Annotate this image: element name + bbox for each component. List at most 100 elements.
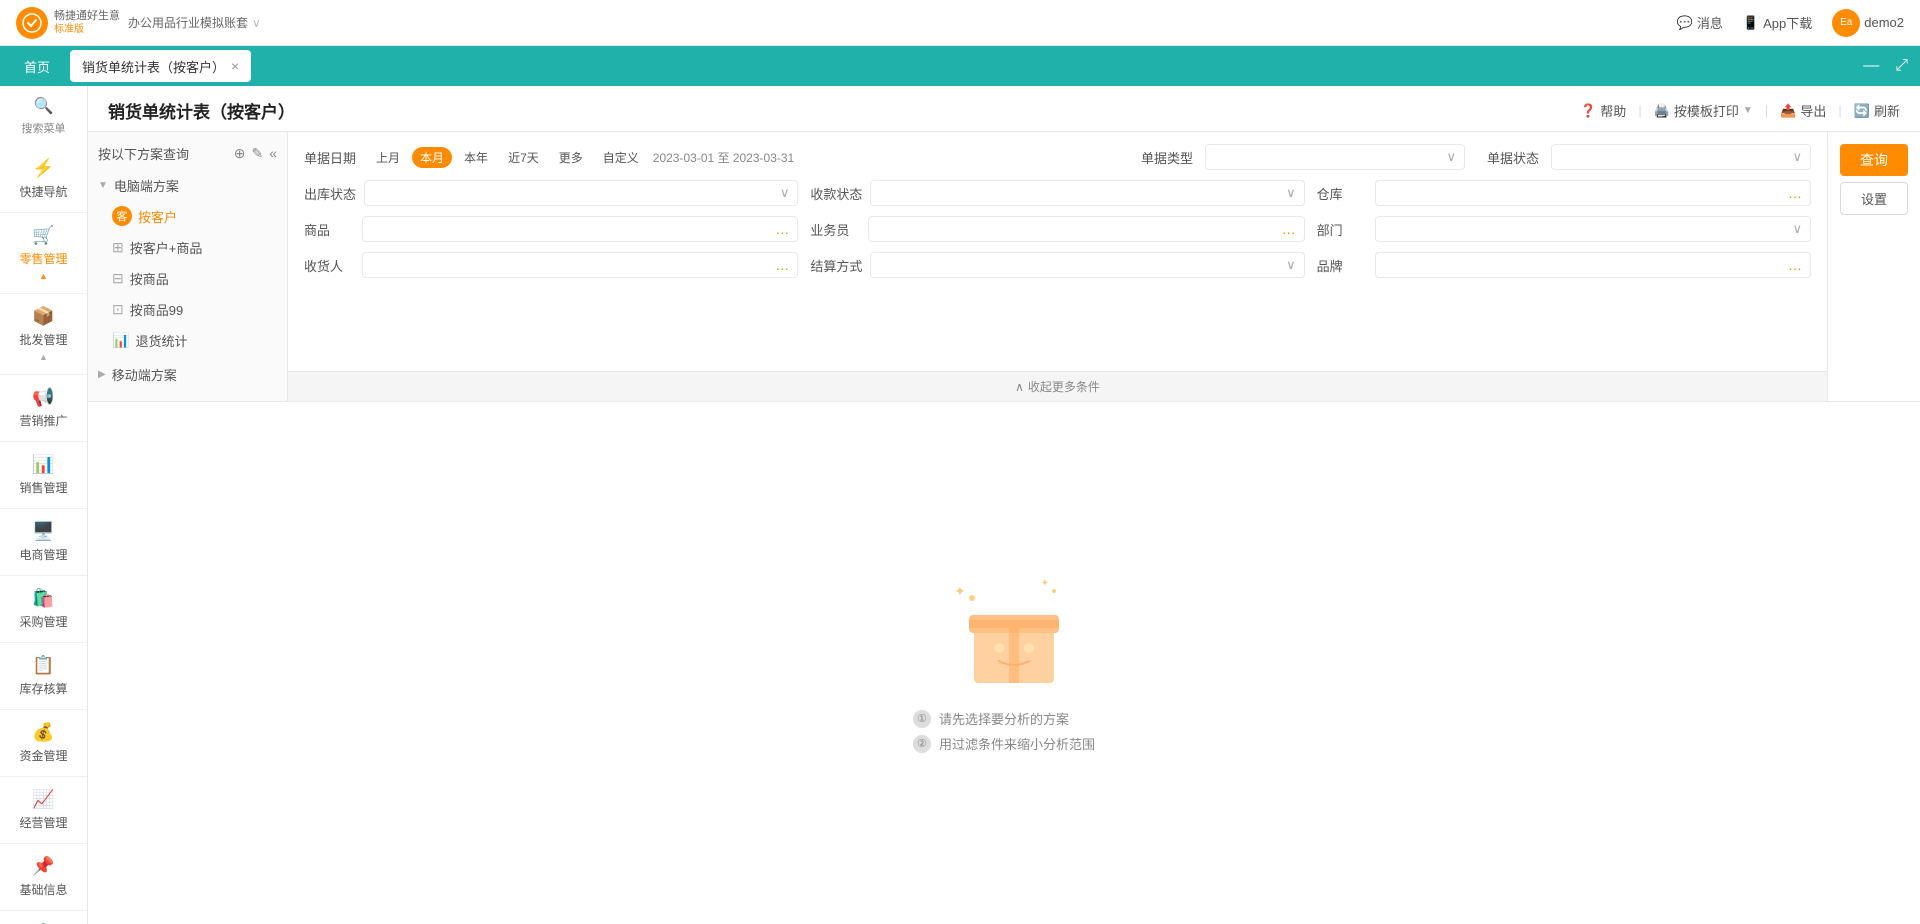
sidebar-item-basic[interactable]: 📌 基础信息 bbox=[0, 844, 87, 911]
breadcrumb-chevron-icon[interactable]: ∨ bbox=[252, 16, 261, 30]
main-layout: 🔍 搜索菜单 ⚡ 快捷导航 🛒 零售管理 ▲ 📦 批发管理 ▲ 📢 营销推广 📊… bbox=[0, 86, 1920, 924]
scheme-group-header-desktop[interactable]: ▼ 电脑端方案 bbox=[88, 171, 287, 200]
filter-row-3: 商品 … 业务员 … bbox=[304, 216, 1811, 242]
warehouse-dots[interactable]: … bbox=[1788, 185, 1802, 201]
settlement-dropdown[interactable]: ∨ bbox=[870, 252, 1304, 278]
sidebar-item-quick-nav[interactable]: ⚡ 快捷导航 bbox=[0, 146, 87, 213]
empty-illustration: ✦ ✦ bbox=[944, 573, 1064, 693]
sidebar-item-sales[interactable]: 📊 销售管理 bbox=[0, 442, 87, 509]
help-button[interactable]: ❓ 帮助 bbox=[1580, 101, 1626, 120]
app-download-button[interactable]: 📱 App下载 bbox=[1743, 13, 1812, 32]
filter-row-4: 收货人 … 结算方式 ∨ bbox=[304, 252, 1811, 278]
hint-num-2: ② bbox=[913, 735, 931, 753]
scheme-group-header-mobile[interactable]: ▶ 移动端方案 bbox=[88, 360, 287, 389]
department-arrow-icon: ∨ bbox=[1792, 221, 1802, 237]
scheme-item-return-stats[interactable]: 📊 退货统计 bbox=[88, 325, 287, 356]
settlement-col: 结算方式 ∨ bbox=[810, 252, 1304, 278]
export-icon: 📤 bbox=[1780, 103, 1796, 119]
shipment-col: 出库状态 ∨ bbox=[304, 180, 798, 206]
scheme-item-by-customer[interactable]: 客 按客户 bbox=[88, 200, 287, 232]
tab-home[interactable]: 首页 bbox=[8, 50, 66, 82]
top-header: 畅捷通好生意 标准版 办公用品行业模拟账套 ∨ 💬 消息 📱 App下载 Ea … bbox=[0, 0, 1920, 46]
order-type-dropdown[interactable]: ∨ bbox=[1205, 144, 1465, 170]
brand-label: 品牌 bbox=[1317, 256, 1367, 275]
sidebar-item-ecommerce[interactable]: 🖥️ 电商管理 bbox=[0, 509, 87, 576]
page-title: 销货单统计表（按客户） bbox=[108, 98, 295, 123]
filter-and-action: 单据日期 上月 本月 本年 近7天 更多 自定义 2023-03-01 至 20… bbox=[288, 132, 1827, 401]
page-header: 销货单统计表（按客户） ❓ 帮助 | 🖨️ 按模板打印 ▼ | 📤 导出 | bbox=[88, 86, 1920, 132]
scheme-edit-button[interactable]: ✎ bbox=[251, 145, 263, 162]
salesperson-select[interactable]: … bbox=[868, 216, 1304, 242]
collapse-button[interactable]: ∧ 收起更多条件 bbox=[288, 371, 1827, 401]
order-status-label: 单据状态 bbox=[1487, 148, 1539, 167]
shipment-label: 出库状态 bbox=[304, 184, 356, 203]
receiver-dots[interactable]: … bbox=[775, 257, 789, 273]
sidebar-item-purchase[interactable]: 🛍️ 采购管理 bbox=[0, 576, 87, 643]
scheme-grid3-icon: ⊡ bbox=[112, 301, 124, 318]
scheme-group-mobile-chevron-icon: ▶ bbox=[98, 369, 106, 380]
maximize-icon[interactable]: ⤢ bbox=[1891, 53, 1912, 79]
query-button[interactable]: 查询 bbox=[1840, 144, 1908, 176]
purchase-icon: 🛍️ bbox=[32, 588, 54, 609]
brand-select[interactable]: … bbox=[1375, 252, 1811, 278]
goods-select[interactable]: … bbox=[362, 216, 798, 242]
date-this-year-btn[interactable]: 本年 bbox=[456, 147, 496, 168]
hint-1: ① 请先选择要分析的方案 bbox=[913, 709, 1095, 728]
scheme-header-actions: ⊕ ✎ « bbox=[234, 145, 277, 162]
refresh-button[interactable]: 🔄 刷新 bbox=[1854, 101, 1900, 120]
sidebar-item-inventory[interactable]: 📋 库存核算 bbox=[0, 643, 87, 710]
scheme-add-button[interactable]: ⊕ bbox=[234, 145, 246, 162]
sidebar-search-item[interactable]: 🔍 搜索菜单 bbox=[0, 86, 87, 146]
order-status-dropdown[interactable]: ∨ bbox=[1551, 144, 1811, 170]
wholesale-icon: 📦 bbox=[32, 306, 54, 327]
order-type-label: 单据类型 bbox=[1141, 148, 1193, 167]
scheme-grid2-icon: ⊟ bbox=[112, 270, 124, 287]
sidebar-item-retail[interactable]: 🛒 零售管理 ▲ bbox=[0, 213, 87, 294]
settings-button[interactable]: 设置 bbox=[1840, 182, 1908, 215]
sidebar-item-wholesale[interactable]: 📦 批发管理 ▲ bbox=[0, 294, 87, 375]
expand-icon: ▲ bbox=[39, 271, 48, 281]
search-icon: 🔍 bbox=[34, 96, 54, 116]
user-profile[interactable]: Ea demo2 bbox=[1832, 9, 1904, 37]
scheme-collapse-button[interactable]: « bbox=[269, 145, 277, 162]
sales-icon: 📊 bbox=[32, 454, 54, 475]
logo-icon bbox=[16, 7, 48, 39]
template-print-button[interactable]: 🖨️ 按模板打印 ▼ bbox=[1654, 101, 1753, 120]
sidebar-item-finance[interactable]: 💰 资金管理 bbox=[0, 710, 87, 777]
breadcrumb[interactable]: 办公用品行业模拟账套 ∨ bbox=[128, 14, 261, 31]
sidebar-item-system[interactable]: ⚙️ 系统管理 bbox=[0, 911, 87, 924]
scheme-item-by-customer-goods[interactable]: ⊞ 按客户+商品 bbox=[88, 232, 287, 263]
print-chevron-icon: ▼ bbox=[1743, 105, 1753, 116]
date-last7-btn[interactable]: 近7天 bbox=[500, 147, 547, 168]
date-last-month-btn[interactable]: 上月 bbox=[368, 147, 408, 168]
message-button[interactable]: 💬 消息 bbox=[1677, 13, 1723, 32]
filter-row-1: 单据日期 上月 本月 本年 近7天 更多 自定义 2023-03-01 至 20… bbox=[304, 144, 1811, 170]
scheme-item-by-goods[interactable]: ⊟ 按商品 bbox=[88, 263, 287, 294]
receiver-select[interactable]: … bbox=[362, 252, 798, 278]
shipment-dropdown[interactable]: ∨ bbox=[364, 180, 798, 206]
tab-close-button[interactable]: × bbox=[231, 58, 239, 74]
payment-dropdown[interactable]: ∨ bbox=[870, 180, 1304, 206]
print-icon: 🖨️ bbox=[1654, 103, 1670, 119]
finance-icon: 💰 bbox=[32, 722, 54, 743]
scheme-item-by-goods99[interactable]: ⊡ 按商品99 bbox=[88, 294, 287, 325]
inventory-icon: 📋 bbox=[32, 655, 54, 676]
brand-dots[interactable]: … bbox=[1788, 257, 1802, 273]
department-dropdown[interactable]: ∨ bbox=[1375, 216, 1811, 242]
date-range-buttons: 上月 本月 本年 近7天 更多 自定义 bbox=[368, 147, 647, 168]
warehouse-select[interactable]: … bbox=[1375, 180, 1811, 206]
content-area: 销货单统计表（按客户） ❓ 帮助 | 🖨️ 按模板打印 ▼ | 📤 导出 | bbox=[88, 86, 1920, 924]
date-more-btn[interactable]: 更多 bbox=[551, 147, 591, 168]
tab-sales-stats[interactable]: 销货单统计表（按客户） × bbox=[70, 50, 251, 82]
salesperson-dots[interactable]: … bbox=[1282, 221, 1296, 237]
sidebar-item-operation[interactable]: 📈 经营管理 bbox=[0, 777, 87, 844]
minimize-icon[interactable]: — bbox=[1859, 53, 1883, 79]
export-button[interactable]: 📤 导出 bbox=[1780, 101, 1826, 120]
date-this-month-btn[interactable]: 本月 bbox=[412, 147, 452, 168]
sidebar-item-marketing[interactable]: 📢 营销推广 bbox=[0, 375, 87, 442]
scheme-bar-icon: 📊 bbox=[112, 332, 129, 349]
date-custom-btn[interactable]: 自定义 bbox=[595, 147, 647, 168]
logo-area: 畅捷通好生意 标准版 bbox=[16, 7, 120, 39]
goods-dots[interactable]: … bbox=[775, 221, 789, 237]
empty-state: ✦ ✦ bbox=[88, 402, 1920, 924]
